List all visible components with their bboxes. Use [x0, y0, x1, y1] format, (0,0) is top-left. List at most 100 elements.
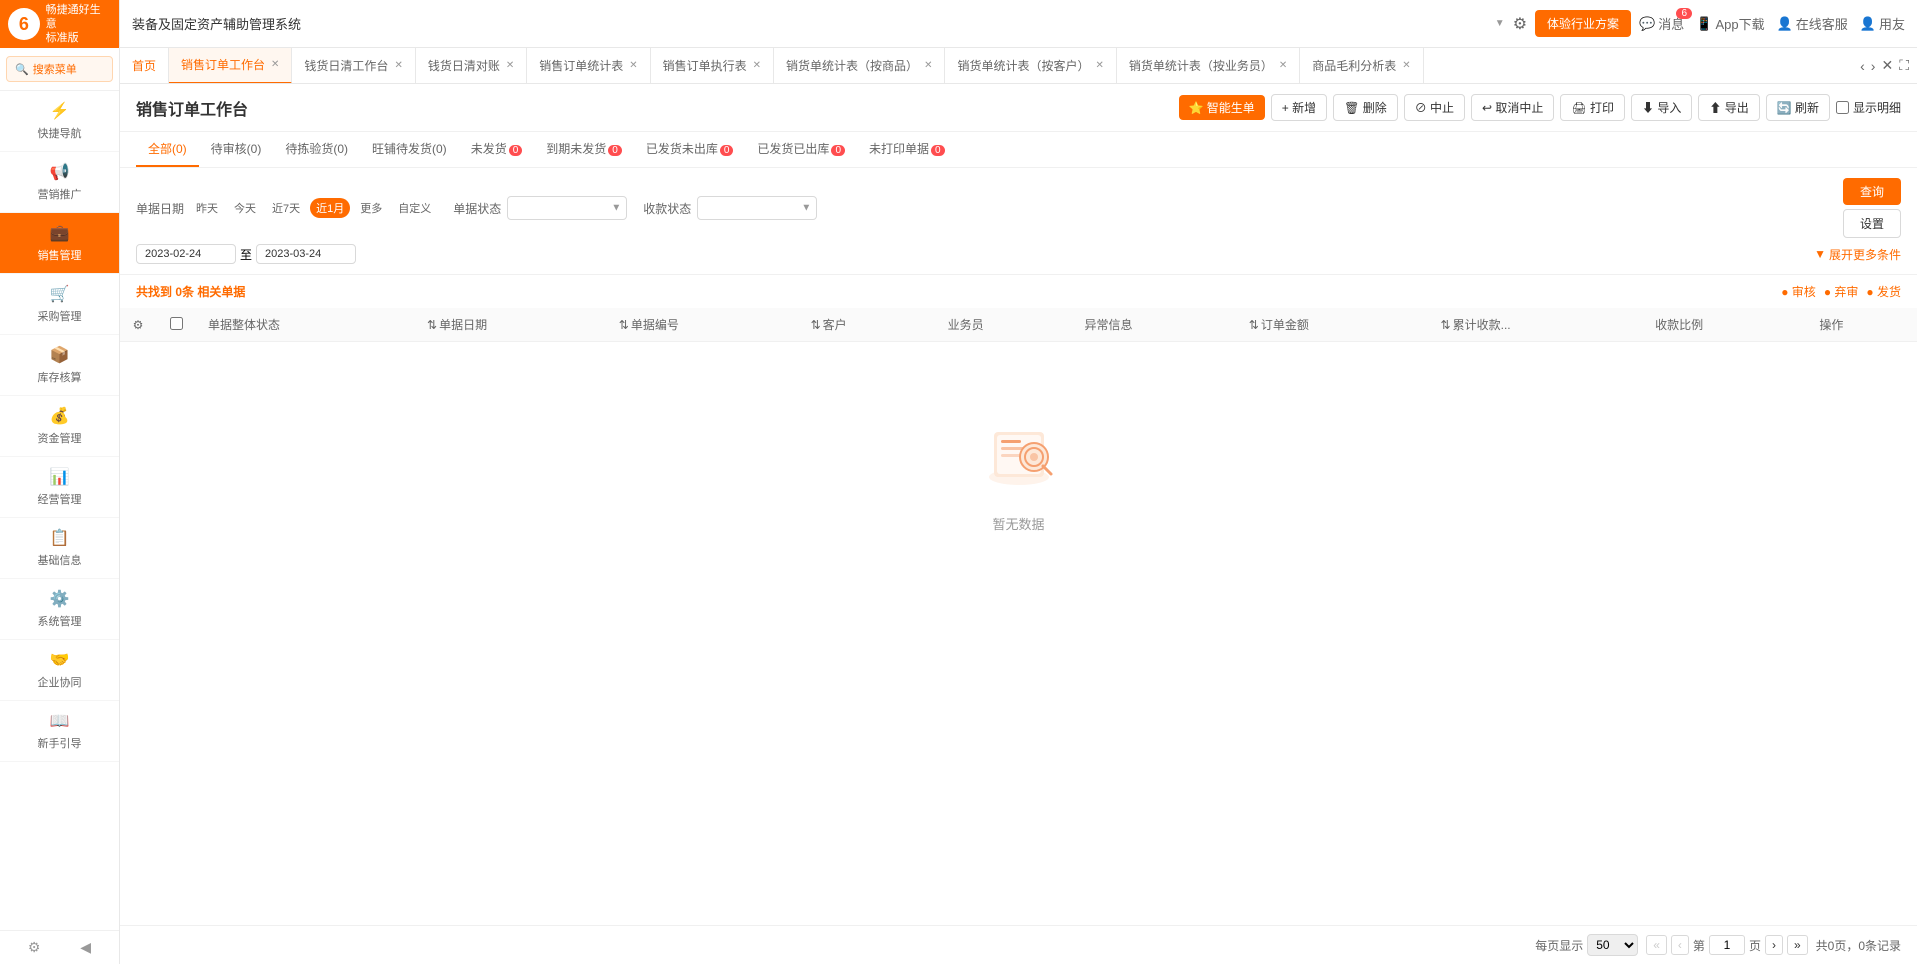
tab-fullscreen-button[interactable]: ⛶: [1899, 57, 1909, 74]
unreview-action[interactable]: ● 弃审: [1824, 283, 1859, 300]
collapse-sidebar-button[interactable]: ◀: [80, 939, 91, 956]
tab-close-sales-exec[interactable]: ✕: [753, 60, 761, 71]
page-number-input[interactable]: [1709, 935, 1745, 955]
date-1month[interactable]: 近1月: [310, 198, 350, 218]
filter-tab-all[interactable]: 全部(0): [136, 132, 199, 167]
sidebar-item-sales[interactable]: 💼 销售管理: [0, 213, 119, 274]
tab-sales-report-product[interactable]: 销货单统计表（按商品） ✕: [774, 48, 945, 84]
stop-button[interactable]: ⊘ 中止: [1404, 94, 1465, 121]
refresh-button[interactable]: 🔄 刷新: [1766, 94, 1830, 121]
tab-close-sales-order[interactable]: ✕: [271, 59, 279, 70]
payment-select[interactable]: [697, 196, 817, 220]
select-all-checkbox[interactable]: [170, 317, 183, 330]
first-page-button[interactable]: «: [1646, 935, 1667, 955]
page-size-select[interactable]: 50 10 20 100: [1587, 934, 1638, 956]
cancel-stop-button[interactable]: ↩ 取消中止: [1471, 94, 1554, 121]
tab-cash-reconcile[interactable]: 钱货日清对账 ✕: [416, 48, 527, 84]
sidebar-item-cooperation[interactable]: 🤝 企业协同: [0, 640, 119, 701]
th-date: ⇅ 单据日期: [415, 308, 607, 342]
tab-cash-daily[interactable]: 钱货日清工作台 ✕: [292, 48, 415, 84]
tab-sales-report-customer[interactable]: 销货单统计表（按客户） ✕: [945, 48, 1116, 84]
next-page-button[interactable]: ›: [1765, 935, 1783, 955]
filter-tab-pending-review[interactable]: 待审核(0): [199, 132, 274, 167]
filter-tab-not-printed[interactable]: 未打印单据0: [857, 132, 957, 167]
import-button[interactable]: ⬇ 导入: [1631, 94, 1692, 121]
filter-tab-shipped-in[interactable]: 已发货已出库0: [745, 132, 857, 167]
tab-close-sales-report-customer[interactable]: ✕: [1095, 60, 1103, 71]
tab-close-gross-profit[interactable]: ✕: [1402, 60, 1410, 71]
add-button[interactable]: + 新增: [1271, 94, 1327, 121]
show-detail-checkbox[interactable]: 显示明细: [1836, 99, 1901, 116]
status-select[interactable]: [507, 196, 627, 220]
sidebar-item-system[interactable]: ⚙️ 系统管理: [0, 579, 119, 640]
tab-home[interactable]: 首页: [120, 48, 169, 84]
query-button[interactable]: 查询: [1843, 178, 1901, 205]
search-menu-button[interactable]: 🔍 搜索菜单: [6, 56, 113, 82]
sort-number[interactable]: ⇅ 单据编号: [619, 316, 787, 333]
tab-close-cash-daily[interactable]: ✕: [394, 60, 402, 71]
tab-close-cash-reconcile[interactable]: ✕: [506, 60, 514, 71]
tab-close-sales-report-staff[interactable]: ✕: [1279, 60, 1287, 71]
sidebar-item-guide[interactable]: 📖 新手引导: [0, 701, 119, 762]
sidebar-item-basic-info[interactable]: 📋 基础信息: [0, 518, 119, 579]
delete-button[interactable]: 🗑 删除: [1333, 94, 1398, 121]
tab-gross-profit[interactable]: 商品毛利分析表 ✕: [1300, 48, 1423, 84]
date-today[interactable]: 今天: [228, 198, 262, 218]
date-custom[interactable]: 自定义: [392, 198, 437, 218]
date-more[interactable]: 更多: [354, 198, 388, 218]
ship-action[interactable]: ● 发货: [1866, 283, 1901, 300]
date-from-input[interactable]: [136, 244, 236, 264]
review-action[interactable]: ● 审核: [1781, 283, 1816, 300]
user-menu-button[interactable]: 👤 用友: [1860, 14, 1905, 33]
sidebar-item-finance[interactable]: 💰 资金管理: [0, 396, 119, 457]
sort-collected[interactable]: ⇅ 累计收款...: [1441, 316, 1632, 333]
online-service-button[interactable]: 👤 在线客服: [1777, 14, 1848, 33]
sort-date[interactable]: ⇅ 单据日期: [427, 316, 595, 333]
app-download-button[interactable]: 📱 App下载: [1696, 14, 1764, 33]
filter-tab-pending-inspect[interactable]: 待拣验货(0): [273, 132, 360, 167]
date-7days[interactable]: 近7天: [266, 198, 306, 218]
search-row-1: 单据日期 昨天 今天 近7天 近1月 更多 自定义 单据状态: [136, 178, 1901, 238]
sidebar-item-quick-nav[interactable]: ⚡ 快捷导航: [0, 91, 119, 152]
th-checkbox: [156, 308, 196, 342]
filter-tab-not-shipped[interactable]: 未发货0: [459, 132, 535, 167]
date-yesterday[interactable]: 昨天: [190, 198, 224, 218]
tab-prev-button[interactable]: ‹: [1860, 58, 1865, 74]
quick-nav-icon: ⚡: [50, 101, 70, 121]
sort-status[interactable]: 单据整体状态: [208, 316, 403, 333]
tab-close-sales-report-product[interactable]: ✕: [924, 60, 932, 71]
sidebar-item-inventory[interactable]: 📦 库存核算: [0, 335, 119, 396]
header-settings-icon[interactable]: ⚙: [1513, 14, 1527, 34]
tab-sales-exec[interactable]: 销售订单执行表 ✕: [651, 48, 774, 84]
print-button[interactable]: 🖨 打印: [1560, 94, 1625, 121]
system-dropdown-arrow[interactable]: ▼: [1495, 18, 1505, 29]
last-page-button[interactable]: »: [1787, 935, 1808, 955]
sidebar-item-operations[interactable]: 📊 经营管理: [0, 457, 119, 518]
filter-tab-wangpu[interactable]: 旺铺待发货(0): [360, 132, 459, 167]
settings-button[interactable]: 设置: [1843, 209, 1901, 238]
settings-bottom-icon[interactable]: ⚙: [28, 939, 41, 956]
tab-sales-stat[interactable]: 销售订单统计表 ✕: [527, 48, 650, 84]
industry-solution-button[interactable]: 体验行业方案: [1535, 10, 1631, 37]
message-button[interactable]: 💬 消息 6: [1639, 14, 1684, 33]
sidebar-item-purchase[interactable]: 🛒 采购管理: [0, 274, 119, 335]
date-to-input[interactable]: [256, 244, 356, 264]
tab-sales-report-staff[interactable]: 销货单统计表（按业务员） ✕: [1117, 48, 1300, 84]
smart-order-button[interactable]: ⭐ 智能生单: [1179, 95, 1265, 120]
filter-tab-expired[interactable]: 到期未发货0: [534, 132, 634, 167]
export-button[interactable]: ⬆ 导出: [1698, 94, 1759, 121]
prev-page-button[interactable]: ‹: [1671, 935, 1689, 955]
status-label: 单据状态: [453, 200, 501, 217]
tab-close-sales-stat[interactable]: ✕: [629, 60, 637, 71]
tab-next-button[interactable]: ›: [1871, 58, 1876, 74]
sidebar-item-marketing[interactable]: 📢 营销推广: [0, 152, 119, 213]
show-detail-input[interactable]: [1836, 101, 1849, 114]
tab-sales-order[interactable]: 销售订单工作台 ✕: [169, 48, 292, 84]
workspace-header: 销售订单工作台 ⭐ 智能生单 + 新增 🗑 删除 ⊘ 中止 ↩ 取消中止 🖨 打…: [120, 84, 1917, 132]
table-count: 共找到 0条 相关单据: [136, 283, 245, 300]
tab-close-all-button[interactable]: ✕: [1881, 57, 1893, 74]
sort-customer[interactable]: ⇅ 客户: [811, 316, 924, 333]
expand-more-button[interactable]: ▼ 展开更多条件: [1814, 246, 1901, 263]
filter-tab-shipped-not-in[interactable]: 已发货未出库0: [634, 132, 746, 167]
sort-amount[interactable]: ⇅ 订单金额: [1249, 316, 1417, 333]
